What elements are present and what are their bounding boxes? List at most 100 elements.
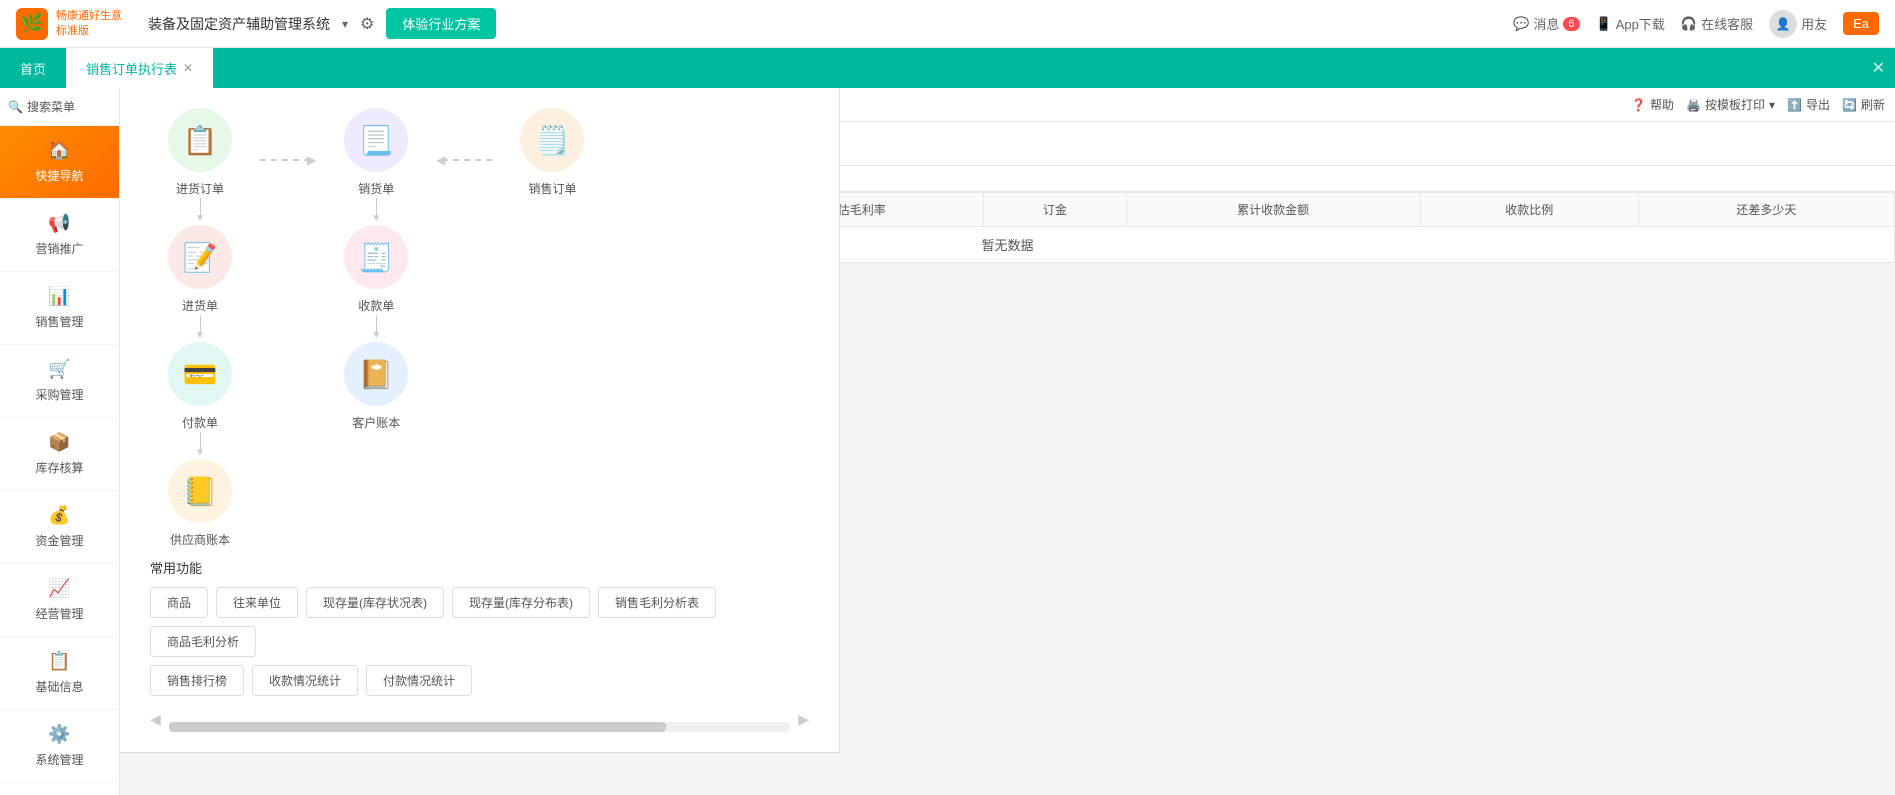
btn-sales-margin[interactable]: 销售毛利分析表 — [598, 587, 716, 618]
refresh-btn[interactable]: 🔄 刷新 — [1842, 96, 1885, 113]
left-flow-column: 📋 进货订单 ▼ 📝 进货单 — [150, 108, 250, 548]
btn-stock-status[interactable]: 现存量(库存状况表) — [306, 587, 444, 618]
logo-area: 🌿 畅康通好生意 标准版 — [16, 8, 136, 40]
flow-node-supplier-ledger[interactable]: 📒 供应商账本 — [150, 459, 250, 548]
close-window-icon[interactable]: ✕ — [1872, 58, 1885, 78]
home-icon: 🏠 — [48, 140, 70, 161]
right-flow-column: 📃 销货单 ▼ 🧾 收款单 — [326, 108, 426, 431]
btn-goods-margin[interactable]: 商品毛利分析 — [150, 626, 256, 657]
help-btn[interactable]: ❓ 帮助 — [1631, 96, 1674, 113]
common-functions-title: 常用功能 — [150, 558, 809, 577]
flow-node-sales-invoice[interactable]: 📃 销货单 — [326, 108, 426, 197]
system-icon: ⚙️ — [48, 724, 70, 745]
sidebar-item-quick-nav[interactable]: 🏠 快捷导航 — [0, 126, 119, 199]
purchase-icon: 🛒 — [48, 359, 70, 380]
system-dropdown[interactable]: ▾ — [342, 17, 348, 31]
tab-bar: 首页 销售订单执行表 ✕ ✕ — [0, 48, 1895, 88]
arrow-down-1: ▼ — [195, 197, 205, 225]
sales-invoice-label: 销货单 — [358, 180, 394, 197]
user-menu[interactable]: 👤 用友 — [1769, 10, 1827, 38]
sales-order-circle[interactable]: 🗒️ — [520, 108, 584, 172]
tab-home[interactable]: 首页 — [0, 48, 66, 88]
refresh-icon: 🔄 — [1842, 98, 1857, 112]
common-btns-row1: 商品 往来单位 现存量(库存状况表) 现存量(库存分布表) 销售毛利分析表 商品… — [150, 587, 809, 657]
arrow-down-2: ▼ — [195, 314, 205, 342]
ea-button[interactable]: Ea — [1843, 12, 1879, 35]
customer-ledger-label: 客户账本 — [352, 414, 400, 431]
message-btn[interactable]: 💬 消息 6 — [1513, 14, 1579, 33]
search-menu-item[interactable]: 🔍 搜索菜单 — [0, 88, 119, 126]
receipt-circle[interactable]: 🧾 — [344, 225, 408, 289]
arrow-down-3: ▼ — [195, 431, 205, 459]
col-days-diff: 还差多少天 — [1638, 193, 1894, 227]
inventory-icon: 📦 — [48, 432, 70, 453]
receipt-label: 收款单 — [358, 297, 394, 314]
purchase-invoice-label: 进货单 — [182, 297, 218, 314]
tab-close-icon[interactable]: ✕ — [183, 61, 193, 75]
flow-diagram: 📋 进货订单 ▼ 📝 进货单 — [150, 108, 809, 548]
avatar: 👤 — [1769, 10, 1797, 38]
customer-ledger-circle[interactable]: 📔 — [344, 342, 408, 406]
sidebar-item-system[interactable]: ⚙️ 系统管理 — [0, 710, 119, 783]
sidebar-item-purchase[interactable]: 🛒 采购管理 — [0, 345, 119, 418]
export-icon: ⬆️ — [1787, 98, 1802, 112]
flow-node-purchase-order[interactable]: 📋 进货订单 — [150, 108, 250, 197]
app-download-btn[interactable]: 📱 App下载 — [1596, 14, 1665, 33]
sidebar-item-operations[interactable]: 📈 经营管理 — [0, 564, 119, 637]
purchase-order-circle[interactable]: 📋 — [168, 108, 232, 172]
flow-node-payment[interactable]: 💳 付款单 — [150, 342, 250, 431]
btn-stock-dist[interactable]: 现存量(库存分布表) — [452, 587, 590, 618]
btn-payment-stats[interactable]: 付款情况统计 — [366, 665, 472, 696]
col-deposit: 订金 — [984, 193, 1126, 227]
finance-icon: 💰 — [48, 505, 70, 526]
sidebar: 🔍 搜索菜单 🏠 快捷导航 📢 营销推广 📊 销售管理 🛒 采购管理 📦 库存核… — [0, 88, 120, 795]
flow-node-receipt[interactable]: 🧾 收款单 — [326, 225, 426, 314]
col-receipt-ratio: 收款比例 — [1420, 193, 1638, 227]
sidebar-item-finance[interactable]: 💰 资金管理 — [0, 491, 119, 564]
common-btns-row2: 销售排行榜 收款情况统计 付款情况统计 — [150, 665, 809, 696]
scroll-left-btn[interactable]: ◀ — [150, 711, 161, 728]
flow-node-purchase-invoice[interactable]: 📝 进货单 — [150, 225, 250, 314]
flow-node-customer-ledger[interactable]: 📔 客户账本 — [326, 342, 426, 431]
scroll-right-btn[interactable]: ▶ — [798, 711, 809, 728]
export-btn[interactable]: ⬆️ 导出 — [1787, 96, 1830, 113]
purchase-invoice-circle[interactable]: 📝 — [168, 225, 232, 289]
arrow-down-4: ▼ — [371, 197, 381, 225]
online-service-btn[interactable]: 🎧 在线客服 — [1681, 14, 1753, 33]
try-solution-button[interactable]: 体验行业方案 — [386, 8, 496, 39]
supplier-ledger-label: 供应商账本 — [170, 531, 230, 548]
purchase-order-label: 进货订单 — [176, 180, 224, 197]
col-total-receipt: 累计收款金额 — [1126, 193, 1420, 227]
btn-contacts[interactable]: 往来单位 — [216, 587, 298, 618]
sales-order-label: 销售订单 — [528, 180, 576, 197]
search-icon: 🔍 — [8, 100, 23, 114]
tab-sales-order[interactable]: 销售订单执行表 ✕ — [66, 48, 213, 88]
modal-scrollbar-thumb — [169, 722, 666, 732]
operations-icon: 📈 — [48, 578, 70, 599]
system-title: 装备及固定资产辅助管理系统 — [148, 14, 330, 34]
payment-circle[interactable]: 💳 — [168, 342, 232, 406]
headset-icon: 🎧 — [1681, 16, 1697, 32]
quick-nav-modal: 📋 进货订单 ▼ 📝 进货单 — [120, 88, 840, 753]
sidebar-item-sales[interactable]: 📊 销售管理 — [0, 272, 119, 345]
h-arrow-right: ▶ — [260, 130, 316, 194]
payment-label: 付款单 — [182, 414, 218, 431]
sales-order-column: 🗒️ 销售订单 — [502, 108, 602, 197]
sidebar-item-basic-info[interactable]: 📋 基础信息 — [0, 637, 119, 710]
mid-arrows-2: ◀ — [436, 108, 492, 194]
supplier-ledger-circle[interactable]: 📒 — [168, 459, 232, 523]
main-layout: 🔍 搜索菜单 🏠 快捷导航 📢 营销推广 📊 销售管理 🛒 采购管理 📦 库存核… — [0, 88, 1895, 795]
btn-goods[interactable]: 商品 — [150, 587, 208, 618]
sidebar-item-inventory[interactable]: 📦 库存核算 — [0, 418, 119, 491]
btn-receipt-stats[interactable]: 收款情况统计 — [252, 665, 358, 696]
template-print-btn[interactable]: 🖨️ 按模板打印 ▾ — [1686, 96, 1775, 113]
btn-sales-rank[interactable]: 销售排行榜 — [150, 665, 244, 696]
settings-icon[interactable]: ⚙ — [360, 14, 374, 34]
content-area: ❓ 帮助 🖨️ 按模板打印 ▾ ⬆️ 导出 🔄 刷新 — [120, 88, 1895, 795]
sales-invoice-circle[interactable]: 📃 — [344, 108, 408, 172]
sidebar-item-marketing[interactable]: 📢 营销推广 — [0, 199, 119, 272]
common-functions-section: 常用功能 商品 往来单位 现存量(库存状况表) 现存量(库存分布表) 销售毛利分… — [150, 558, 809, 696]
logo-icon: 🌿 — [16, 8, 48, 40]
flow-node-sales-order[interactable]: 🗒️ 销售订单 — [502, 108, 602, 197]
sidebar-item-cooperation[interactable]: 🤝 企业协同 — [0, 783, 119, 795]
